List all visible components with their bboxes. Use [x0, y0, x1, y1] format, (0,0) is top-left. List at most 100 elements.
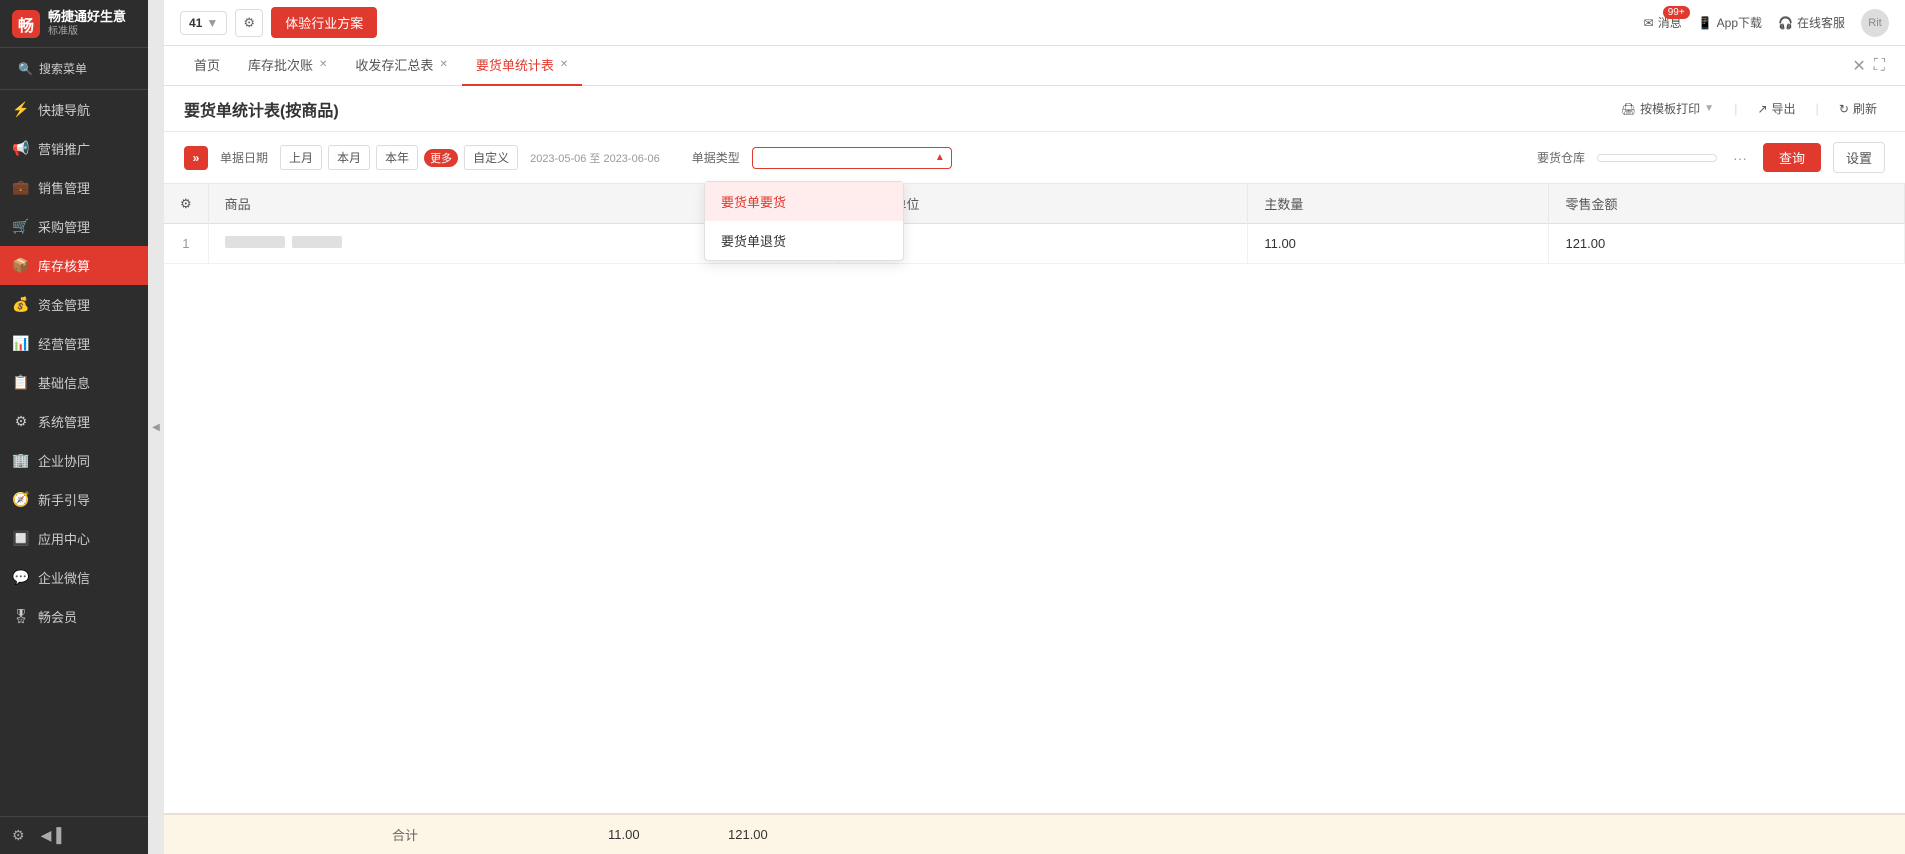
- table-header: ⚙ 商品 主计量单位 主数量 零售金额: [164, 184, 1905, 224]
- sidebar-item-marketing[interactable]: 📢营销推广: [0, 129, 148, 168]
- tab-close-requisition[interactable]: ✕: [560, 59, 568, 70]
- type-select[interactable]: ▲: [752, 147, 952, 169]
- sidebar-item-apps[interactable]: 🔲应用中心: [0, 519, 148, 558]
- operations-icon: 📊: [12, 335, 30, 352]
- guide-icon: 🧭: [12, 491, 30, 508]
- date-button-group: 上月 本月 本年 更多 自定义: [280, 145, 518, 170]
- tabs-bar: 首页库存批次账✕收发存汇总表✕要货单统计表✕✕⛶: [164, 46, 1905, 86]
- sidebar-item-inventory[interactable]: 📦库存核算: [0, 246, 148, 285]
- sidebar-item-enterprise[interactable]: 🏢企业协同: [0, 441, 148, 480]
- search-icon: 🔍: [18, 62, 33, 76]
- apps-icon: 🔲: [12, 530, 30, 547]
- sidebar-item-finance[interactable]: 💰资金管理: [0, 285, 148, 324]
- tab-batch[interactable]: 库存批次账✕: [234, 46, 341, 86]
- type-filter-label: 单据类型: [692, 149, 740, 166]
- print-icon: 🖨: [1621, 102, 1636, 116]
- custom-date-button[interactable]: 自定义: [464, 145, 518, 170]
- dropdown-item-order[interactable]: 要货单要货: [705, 182, 903, 221]
- topbar-gear-button[interactable]: ⚙: [235, 9, 263, 37]
- settings-icon[interactable]: ⚙: [12, 827, 25, 844]
- table-row: 1 块 11.00 121.00: [164, 224, 1905, 264]
- more-filter-button[interactable]: ···: [1729, 150, 1751, 166]
- company-selector[interactable]: 41 ▼: [180, 11, 227, 35]
- service-icon: 🎧: [1778, 16, 1793, 30]
- inventory-icon: 📦: [12, 257, 30, 274]
- page-actions: 🖨 按模板打印 ▼ | ↗ 导出 | ↻ 刷新: [1613, 96, 1885, 121]
- footer-quantity: 11.00: [592, 827, 640, 842]
- row-quantity: 11.00: [1248, 224, 1549, 264]
- sidebar-item-shortcut[interactable]: ⚡快捷导航: [0, 90, 148, 129]
- marketing-icon: 📢: [12, 140, 30, 157]
- dropdown-item-return[interactable]: 要货单退货: [705, 221, 903, 260]
- topbar-right: ✉ 消息 99+ 📱 App下载 🎧 在线客服 Rit: [1644, 9, 1889, 37]
- last-month-button[interactable]: 上月: [280, 145, 322, 170]
- divider: |: [1816, 101, 1819, 116]
- sidebar-item-purchase[interactable]: 🛒采购管理: [0, 207, 148, 246]
- this-month-button[interactable]: 本月: [328, 145, 370, 170]
- refresh-button[interactable]: ↻ 刷新: [1831, 96, 1885, 121]
- tab-close-all-button[interactable]: ✕: [1848, 56, 1869, 76]
- enterprise-icon: 🏢: [12, 452, 30, 469]
- main-content: 41 ▼ ⚙ 体验行业方案 ✉ 消息 99+ 📱 App下载 🎧 在线客服: [164, 0, 1905, 854]
- settings-button[interactable]: 设置: [1833, 142, 1885, 173]
- sidebar-item-basic[interactable]: 📋基础信息: [0, 363, 148, 402]
- messages-button[interactable]: ✉ 消息 99+: [1644, 14, 1682, 31]
- chevron-down-icon: ▼: [206, 16, 218, 30]
- try-industry-button[interactable]: 体验行业方案: [271, 7, 377, 38]
- table-footer: 合计 11.00 121.00: [164, 813, 1905, 854]
- purchase-icon: 🛒: [12, 218, 30, 235]
- close-all-icon: ✕: [1852, 56, 1865, 76]
- sidebar-item-wechat[interactable]: 💬企业微信: [0, 558, 148, 597]
- page-title: 要货单统计表(按商品): [184, 97, 339, 121]
- tab-close-receivable[interactable]: ✕: [439, 59, 447, 70]
- collapse-icon[interactable]: ◀▐: [41, 827, 62, 844]
- sidebar-item-vip[interactable]: 🎖畅会员: [0, 597, 148, 636]
- sidebar-search[interactable]: 🔍 搜索菜单: [0, 48, 148, 90]
- gear-icon: ⚙: [243, 15, 255, 31]
- message-badge: 99+: [1663, 6, 1690, 19]
- divider: |: [1734, 101, 1737, 116]
- warehouse-filter-label: 要货仓库: [1537, 149, 1585, 166]
- sidebar-collapse-button[interactable]: ◀: [148, 0, 164, 854]
- chevron-up-icon: ▲: [935, 152, 945, 163]
- topbar: 41 ▼ ⚙ 体验行业方案 ✉ 消息 99+ 📱 App下载 🎧 在线客服: [164, 0, 1905, 46]
- this-year-button[interactable]: 本年: [376, 145, 418, 170]
- more-date-badge[interactable]: 更多: [424, 149, 458, 167]
- tab-requisition[interactable]: 要货单统计表✕: [462, 46, 582, 86]
- type-select-input[interactable]: [761, 151, 923, 165]
- customer-service-button[interactable]: 🎧 在线客服: [1778, 14, 1845, 31]
- sidebar-item-operations[interactable]: 📊经营管理: [0, 324, 148, 363]
- tab-home[interactable]: 首页: [180, 46, 234, 86]
- date-range-display: 2023-05-06 至 2023-06-06: [530, 150, 660, 166]
- table-wrap: ⚙ 商品 主计量单位 主数量 零售金额 1 块 11.00 121.00: [164, 184, 1905, 813]
- vip-icon: 🎖: [12, 608, 30, 625]
- sidebar-item-system[interactable]: ⚙系统管理: [0, 402, 148, 441]
- finance-icon: 💰: [12, 296, 30, 313]
- footer-amount: 121.00: [712, 827, 768, 842]
- sidebar-logo: 畅 畅捷通好生意 标准版: [0, 0, 148, 48]
- export-icon: ↗: [1757, 102, 1767, 116]
- tab-close-batch[interactable]: ✕: [319, 59, 327, 70]
- logo-text: 畅捷通好生意 标准版: [48, 9, 126, 39]
- app-icon: 📱: [1698, 16, 1713, 30]
- query-button[interactable]: 查询: [1763, 143, 1821, 172]
- sidebar-search-button[interactable]: 🔍 搜索菜单: [10, 56, 138, 81]
- row-amount: 121.00: [1549, 224, 1905, 264]
- topbar-left: 41 ▼ ⚙ 体验行业方案: [180, 7, 1644, 38]
- table-settings-col[interactable]: ⚙: [164, 184, 208, 224]
- sidebar: 畅 畅捷通好生意 标准版 🔍 搜索菜单 ⚡快捷导航📢营销推广💼销售管理🛒采购管理…: [0, 0, 148, 854]
- print-button[interactable]: 🖨 按模板打印 ▼: [1613, 96, 1722, 121]
- export-button[interactable]: ↗ 导出: [1749, 96, 1803, 121]
- sidebar-item-guide[interactable]: 🧭新手引导: [0, 480, 148, 519]
- filter-expand-button[interactable]: »: [184, 146, 208, 170]
- tab-receivable[interactable]: 收发存汇总表✕: [341, 46, 461, 86]
- expand-icon: »: [193, 151, 200, 165]
- avatar[interactable]: Rit: [1861, 9, 1889, 37]
- sidebar-item-sales[interactable]: 💼销售管理: [0, 168, 148, 207]
- shortcut-icon: ⚡: [12, 101, 30, 118]
- app-download-button[interactable]: 📱 App下载: [1698, 14, 1762, 31]
- system-icon: ⚙: [12, 413, 30, 430]
- filter-bar: » 单据日期 上月 本月 本年 更多 自定义 2023-05-06 至 2023…: [164, 132, 1905, 184]
- warehouse-select[interactable]: [1597, 154, 1717, 162]
- tab-expand-button[interactable]: ⛶: [1870, 57, 1889, 75]
